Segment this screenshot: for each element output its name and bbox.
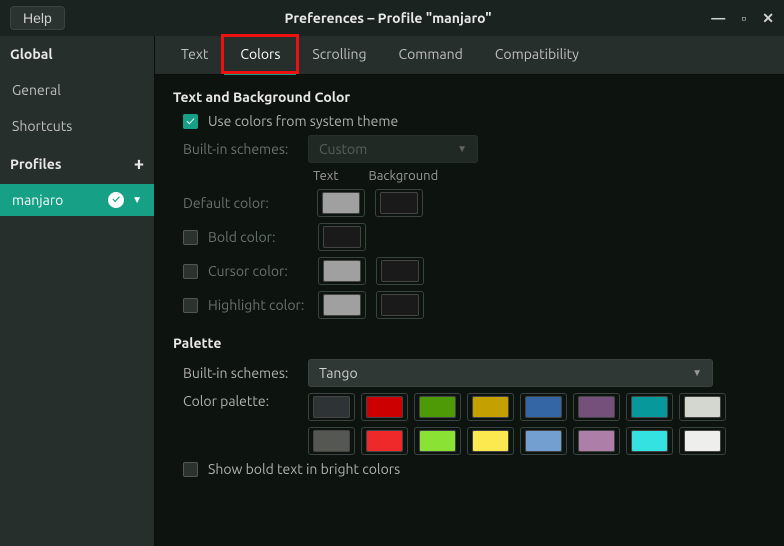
palette-grid	[308, 393, 726, 455]
sidebar-profiles-header: Profiles +	[0, 144, 154, 184]
bold-color-label: Bold color:	[208, 229, 308, 245]
content: Text and Background Color ✓ Use colors f…	[155, 75, 784, 546]
highlight-bg-swatch[interactable]	[381, 294, 419, 316]
col-header-text: Text	[313, 169, 338, 183]
tab-colors[interactable]: Colors	[224, 36, 296, 75]
add-profile-icon[interactable]: +	[134, 154, 144, 174]
use-system-theme-checkbox[interactable]: ✓	[183, 114, 198, 129]
sidebar-profile-manjaro[interactable]: manjaro ✓ ▼	[0, 184, 154, 216]
palette-builtin-select[interactable]: Tango ▼	[308, 359, 713, 387]
palette-swatch-8[interactable]	[313, 430, 350, 452]
palette-swatch-3[interactable]	[472, 396, 509, 418]
help-button[interactable]: Help	[10, 6, 65, 30]
palette-swatch-13[interactable]	[578, 430, 615, 452]
palette-swatch-7[interactable]	[684, 396, 721, 418]
profiles-label: Profiles	[10, 156, 61, 172]
highlight-text-swatch[interactable]	[323, 294, 361, 316]
palette-builtin-label: Built-in schemes:	[183, 365, 298, 381]
profile-name: manjaro	[12, 192, 100, 208]
use-system-theme-label: Use colors from system theme	[208, 113, 398, 129]
cursor-bg-swatch[interactable]	[381, 260, 419, 282]
sidebar: Global General Shortcuts Profiles + manj…	[0, 36, 155, 546]
palette-swatch-4[interactable]	[525, 396, 562, 418]
close-icon[interactable]: ✕	[762, 10, 774, 27]
highlight-color-checkbox[interactable]	[183, 298, 198, 313]
show-bold-bright-checkbox[interactable]	[183, 462, 198, 477]
titlebar: Help Preferences – Profile "manjaro" — ▫…	[0, 0, 784, 36]
tab-bar: Text Colors Scrolling Command Compatibil…	[155, 36, 784, 75]
col-header-bg: Background	[368, 169, 438, 183]
tab-command[interactable]: Command	[383, 36, 479, 74]
color-palette-label: Color palette:	[183, 393, 298, 409]
default-text-swatch[interactable]	[322, 192, 360, 214]
builtin-schemes-label: Built-in schemes:	[183, 141, 298, 157]
tab-compatibility[interactable]: Compatibility	[479, 36, 595, 74]
palette-swatch-6[interactable]	[631, 396, 668, 418]
builtin-schemes-value: Custom	[319, 141, 367, 157]
show-bold-bright-label: Show bold text in bright colors	[208, 461, 400, 477]
chevron-down-icon[interactable]: ▼	[132, 194, 142, 206]
sidebar-item-shortcuts[interactable]: Shortcuts	[0, 108, 154, 144]
check-circle-icon: ✓	[108, 192, 124, 208]
cursor-color-checkbox[interactable]	[183, 264, 198, 279]
tab-scrolling[interactable]: Scrolling	[296, 36, 382, 74]
cursor-color-label: Cursor color:	[208, 263, 308, 279]
palette-builtin-value: Tango	[319, 365, 358, 381]
cursor-text-swatch[interactable]	[323, 260, 361, 282]
builtin-schemes-select[interactable]: Custom ▼	[308, 135, 478, 163]
palette-swatch-5[interactable]	[578, 396, 615, 418]
default-color-label: Default color:	[183, 195, 307, 211]
palette-swatch-14[interactable]	[631, 430, 668, 452]
tab-colors-label: Colors	[240, 46, 280, 62]
palette-swatch-12[interactable]	[525, 430, 562, 452]
section-palette-title: Palette	[173, 335, 766, 351]
chevron-down-icon: ▼	[692, 367, 702, 379]
highlight-color-label: Highlight color:	[208, 297, 308, 313]
palette-swatch-2[interactable]	[419, 396, 456, 418]
palette-swatch-1[interactable]	[366, 396, 403, 418]
minimize-icon[interactable]: —	[711, 10, 725, 26]
bold-color-checkbox[interactable]	[183, 230, 198, 245]
sidebar-item-general[interactable]: General	[0, 72, 154, 108]
window-title: Preferences – Profile "manjaro"	[65, 10, 712, 26]
chevron-down-icon: ▼	[457, 143, 467, 155]
palette-swatch-0[interactable]	[313, 396, 350, 418]
sidebar-global-header: Global	[0, 36, 154, 72]
section-text-bg-title: Text and Background Color	[173, 89, 766, 105]
palette-swatch-15[interactable]	[684, 430, 721, 452]
palette-swatch-11[interactable]	[472, 430, 509, 452]
bold-text-swatch[interactable]	[323, 226, 361, 248]
tab-text[interactable]: Text	[165, 36, 224, 74]
default-bg-swatch[interactable]	[380, 192, 418, 214]
palette-swatch-10[interactable]	[419, 430, 456, 452]
palette-swatch-9[interactable]	[366, 430, 403, 452]
maximize-icon[interactable]: ▫	[741, 10, 746, 26]
